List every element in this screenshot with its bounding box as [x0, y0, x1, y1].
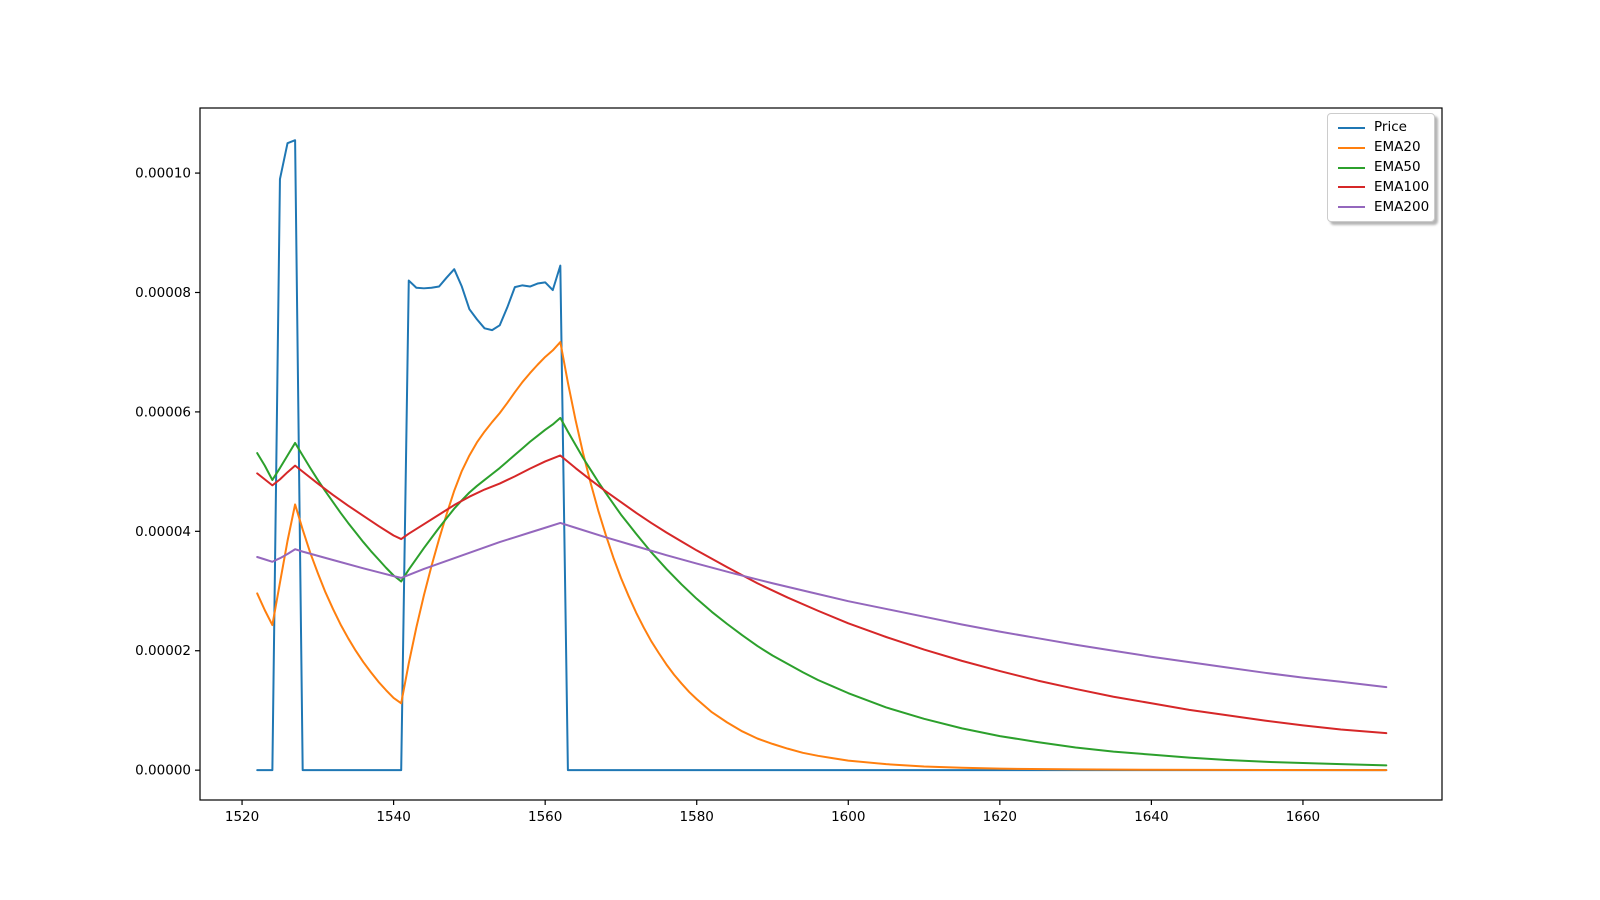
x-tick-label: 1660	[1286, 809, 1320, 825]
legend-label: EMA200	[1374, 198, 1430, 215]
plot-border	[199, 107, 1443, 801]
x-tick-label: 1540	[376, 809, 410, 825]
legend-item: EMA200	[1338, 200, 1429, 215]
x-axis: 1520 1540 1560 1580 1600 1620 1640 1660	[225, 800, 1320, 825]
legend-label: Price	[1374, 119, 1407, 135]
legend-line-swatch	[1338, 126, 1365, 129]
legend: Price EMA20 EMA50 EMA100 EMA200	[1327, 113, 1435, 222]
y-tick-label: 0.00006	[135, 404, 191, 420]
legend-label: EMA20	[1374, 138, 1421, 155]
x-tick-label: 1560	[528, 809, 562, 825]
x-tick-label: 1620	[983, 809, 1017, 825]
figure: 1520 1540 1560 1580 1600 1620 1640 1660 0.00000 0…	[0, 0, 1600, 900]
x-tick-label: 1520	[225, 809, 259, 825]
legend-item: EMA50	[1338, 158, 1424, 175]
series-lines	[256, 139, 1388, 772]
y-tick-label: 0.00002	[135, 643, 191, 659]
legend-label: EMA50	[1374, 158, 1421, 175]
y-axis: 0.00000 0.00002 0.00004 0.00006 0.00008 0.000…	[135, 166, 200, 779]
legend-label: EMA100	[1374, 178, 1430, 195]
legend-line-swatch	[1338, 166, 1365, 169]
legend-item: Price	[1338, 119, 1424, 135]
price-line	[256, 139, 1388, 772]
y-tick-label: 0.00010	[135, 166, 191, 182]
y-tick-label: 0.00008	[135, 285, 191, 301]
ema20-line	[256, 341, 1388, 772]
y-tick-label: 0.00004	[135, 524, 191, 540]
ema200-line	[256, 521, 1388, 689]
x-tick-label: 1580	[680, 809, 714, 825]
legend-item: EMA100	[1338, 180, 1429, 195]
y-tick-label: 0.00000	[135, 763, 191, 779]
legend-line-swatch	[1338, 186, 1365, 189]
x-tick-label: 1600	[831, 809, 865, 825]
legend-item: EMA20	[1338, 138, 1424, 155]
x-tick-label: 1640	[1134, 809, 1168, 825]
legend-line-swatch	[1338, 146, 1365, 149]
legend-line-swatch	[1338, 206, 1365, 209]
